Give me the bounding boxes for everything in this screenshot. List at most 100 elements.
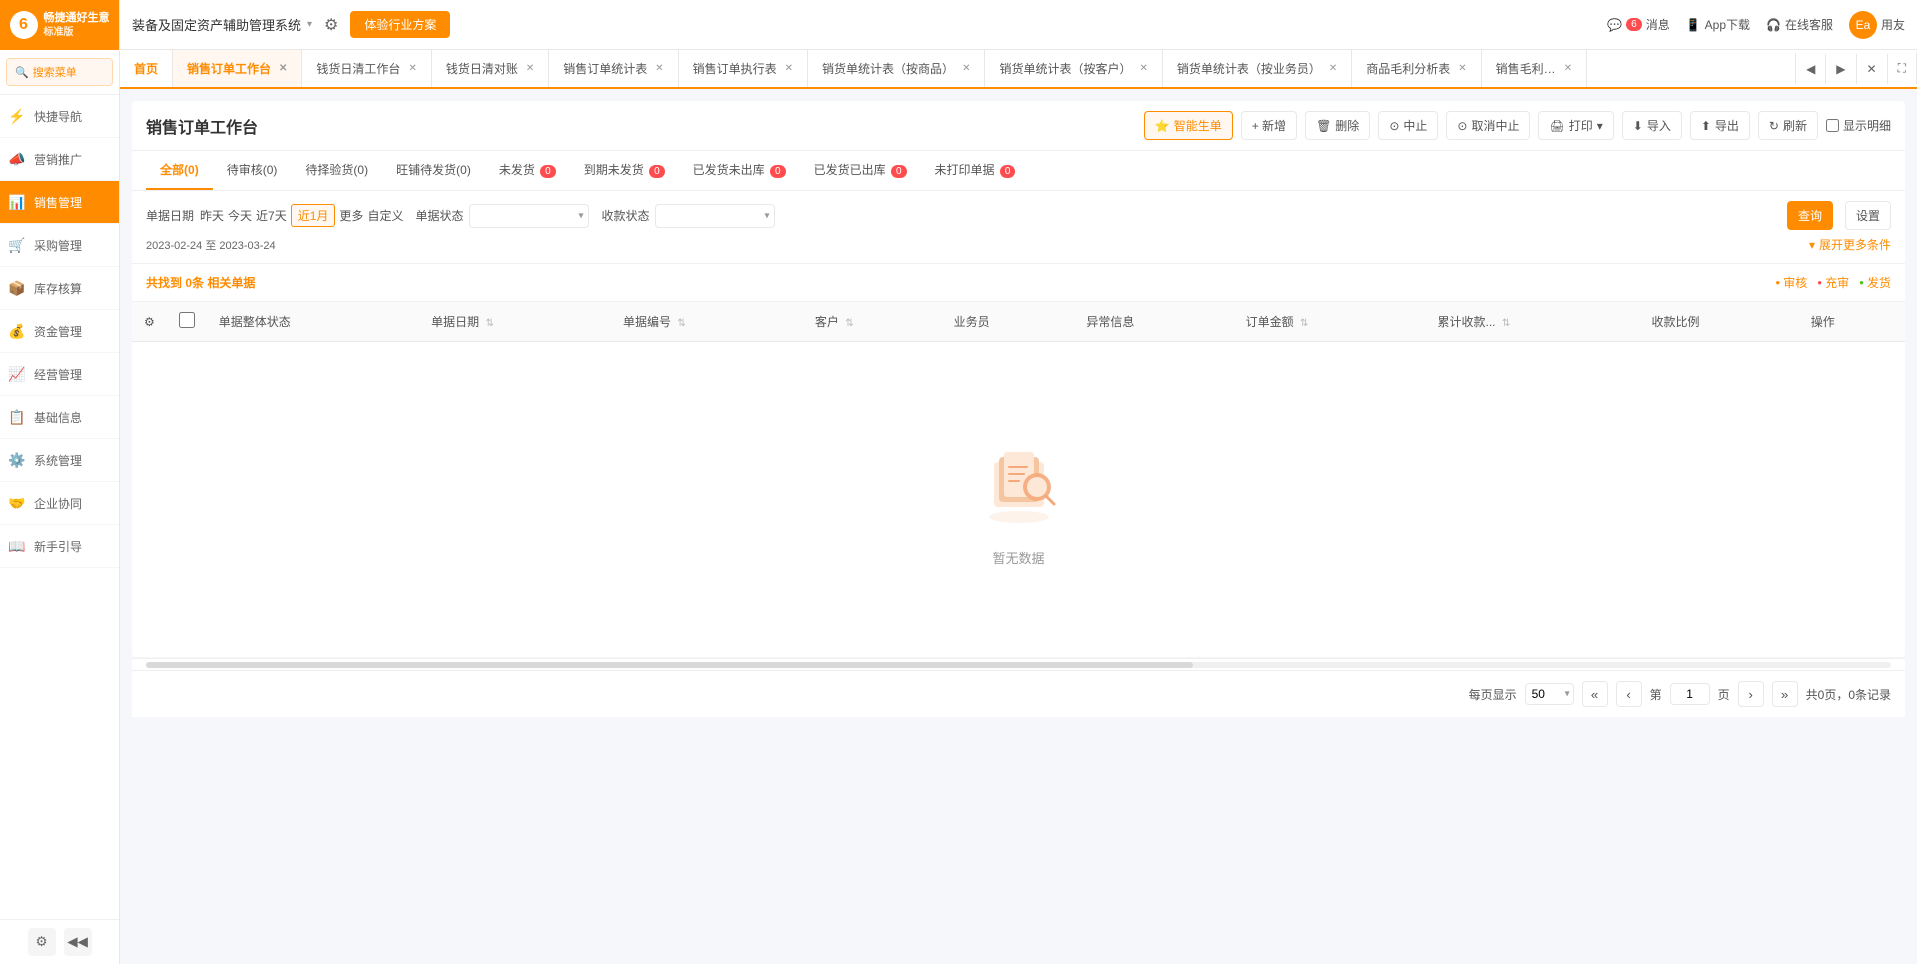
1month-shortcut[interactable]: 近1月 bbox=[291, 204, 336, 227]
header-settings-icon[interactable]: ⚙ bbox=[324, 15, 338, 35]
tab-close-all-button[interactable]: ✕ bbox=[1857, 54, 1888, 84]
payment-select[interactable] bbox=[655, 204, 775, 228]
col-cumulative[interactable]: 累计收款... ⇅ bbox=[1425, 302, 1639, 342]
tab-close-icon[interactable]: ✕ bbox=[279, 63, 287, 74]
subtab-unprinted[interactable]: 未打印单据 0 bbox=[921, 151, 1030, 190]
sidebar-item-sales[interactable]: 📊 销售管理 bbox=[0, 181, 119, 224]
query-button[interactable]: 查询 bbox=[1787, 201, 1833, 230]
tab-home[interactable]: 首页 bbox=[120, 50, 173, 87]
first-page-button[interactable]: « bbox=[1582, 681, 1608, 707]
settings-button[interactable]: ⚙ bbox=[28, 928, 56, 956]
show-detail-checkbox[interactable] bbox=[1826, 119, 1839, 132]
subtab-overdue[interactable]: 到期未发货 0 bbox=[570, 151, 679, 190]
print-button[interactable]: 🖨 打印 ▾ bbox=[1538, 111, 1613, 140]
tab-close-icon[interactable]: ✕ bbox=[1329, 63, 1337, 74]
more-shortcut[interactable]: 更多 bbox=[339, 207, 363, 224]
import-button[interactable]: ⬇ 导入 bbox=[1622, 111, 1682, 140]
col-amount[interactable]: 订单金额 ⇅ bbox=[1234, 302, 1426, 342]
tab-sales-workbench[interactable]: 销售订单工作台 ✕ bbox=[173, 50, 302, 87]
tab-close-icon[interactable]: ✕ bbox=[408, 63, 416, 74]
filter-settings-button[interactable]: 设置 bbox=[1845, 201, 1891, 230]
col-number[interactable]: 单据编号 ⇅ bbox=[611, 302, 803, 342]
ship-action[interactable]: 发货 bbox=[1859, 274, 1891, 291]
column-settings-icon[interactable]: ⚙ bbox=[144, 315, 155, 329]
sidebar-item-marketing[interactable]: 📣 营销推广 bbox=[0, 138, 119, 181]
tab-goods-stats[interactable]: 销货单统计表（按商品） ✕ bbox=[808, 50, 985, 87]
tab-daily-clear[interactable]: 钱货日清工作台 ✕ bbox=[302, 50, 431, 87]
tab-customer-stats[interactable]: 销货单统计表（按客户） ✕ bbox=[985, 50, 1162, 87]
tab-close-icon[interactable]: ✕ bbox=[962, 63, 970, 74]
review-action[interactable]: 审核 bbox=[1775, 274, 1807, 291]
sidebar-item-operations[interactable]: 📈 经营管理 bbox=[0, 353, 119, 396]
smart-create-button[interactable]: ⭐ 智能生单 bbox=[1144, 111, 1233, 140]
sidebar-item-basic-info[interactable]: 📋 基础信息 bbox=[0, 396, 119, 439]
last-page-button[interactable]: » bbox=[1772, 681, 1798, 707]
tab-profit-analysis[interactable]: 商品毛利分析表 ✕ bbox=[1352, 50, 1481, 87]
date-filter: 单据日期 昨天 今天 近7天 近1月 更多 自定义 bbox=[146, 204, 403, 227]
subtab-shipped-out[interactable]: 已发货已出库 0 bbox=[800, 151, 921, 190]
sidebar-item-inventory[interactable]: 📦 库存核算 bbox=[0, 267, 119, 310]
scrollbar-thumb[interactable] bbox=[146, 662, 1193, 668]
tab-reconciliation[interactable]: 钱货日清对账 ✕ bbox=[432, 50, 549, 87]
sidebar: 6 畅捷通好生意 标准版 🔍 搜索菜单 ⚡ 快捷导航 📣 营销推广 📊 销售管理… bbox=[0, 0, 120, 964]
online-service-item[interactable]: 🎧 在线客服 bbox=[1766, 16, 1833, 33]
tab-close-icon[interactable]: ✕ bbox=[1458, 63, 1466, 74]
void-action[interactable]: 充审 bbox=[1817, 274, 1849, 291]
custom-shortcut[interactable]: 自定义 bbox=[367, 207, 403, 224]
tab-close-icon[interactable]: ✕ bbox=[1564, 63, 1572, 74]
delete-button[interactable]: 🗑 删除 bbox=[1305, 111, 1370, 140]
select-all-checkbox[interactable] bbox=[179, 312, 195, 328]
tab-sales-stats[interactable]: 销售订单统计表 ✕ bbox=[549, 50, 678, 87]
app-download-item[interactable]: 📱 App下载 bbox=[1686, 16, 1750, 33]
add-button[interactable]: + 新增 bbox=[1241, 111, 1297, 140]
cancel-stop-button[interactable]: ⊙ 取消中止 bbox=[1446, 111, 1530, 140]
show-detail-label[interactable]: 显示明细 bbox=[1826, 117, 1891, 134]
horizontal-scrollbar[interactable] bbox=[146, 662, 1891, 668]
sidebar-item-purchase[interactable]: 🛒 采购管理 bbox=[0, 224, 119, 267]
tab-fullscreen-button[interactable]: ⛶ bbox=[1888, 53, 1917, 84]
tab-close-icon[interactable]: ✕ bbox=[655, 63, 663, 74]
today-shortcut[interactable]: 今天 bbox=[228, 207, 252, 224]
search-menu-button[interactable]: 🔍 搜索菜单 bbox=[6, 58, 113, 86]
export-button[interactable]: ⬆ 导出 bbox=[1690, 111, 1750, 140]
tab-sales-gross[interactable]: 销售毛利… ✕ bbox=[1482, 50, 1587, 87]
yesterday-shortcut[interactable]: 昨天 bbox=[200, 207, 224, 224]
expand-filter-button[interactable]: ▾ 展开更多条件 bbox=[1809, 236, 1891, 253]
sidebar-item-enterprise[interactable]: 🤝 企业协同 bbox=[0, 482, 119, 525]
subtab-pending-review[interactable]: 待审核(0) bbox=[213, 151, 292, 190]
experience-button[interactable]: 体验行业方案 bbox=[350, 11, 450, 38]
subtab-not-shipped[interactable]: 未发货 0 bbox=[485, 151, 570, 190]
page-number-input[interactable] bbox=[1670, 683, 1710, 705]
7days-shortcut[interactable]: 近7天 bbox=[256, 207, 287, 224]
user-item[interactable]: Ea 用友 bbox=[1849, 11, 1905, 39]
tab-close-icon[interactable]: ✕ bbox=[1139, 63, 1147, 74]
tab-scroll-left-button[interactable]: ◀ bbox=[1796, 54, 1826, 84]
tab-scroll-right-button[interactable]: ▶ bbox=[1826, 54, 1856, 84]
page-header: 销售订单工作台 ⭐ 智能生单 + 新增 🗑 删除 ⊙ 中止 ⊙ 取消中止 bbox=[132, 101, 1905, 151]
refresh-button[interactable]: ↻ 刷新 bbox=[1758, 111, 1818, 140]
tab-close-icon[interactable]: ✕ bbox=[785, 63, 793, 74]
subtab-wangpu[interactable]: 旺铺待发货(0) bbox=[382, 151, 485, 190]
collapse-button[interactable]: ◀◀ bbox=[64, 928, 92, 956]
tab-sales-exec[interactable]: 销售订单执行表 ✕ bbox=[679, 50, 808, 87]
next-page-button[interactable]: › bbox=[1738, 681, 1764, 707]
col-date[interactable]: 单据日期 ⇅ bbox=[419, 302, 611, 342]
subtab-all[interactable]: 全部(0) bbox=[146, 151, 213, 190]
subtab-shipped-not-out[interactable]: 已发货未出库 0 bbox=[679, 151, 800, 190]
tab-staff-stats[interactable]: 销货单统计表（按业务员） ✕ bbox=[1163, 50, 1352, 87]
tab-close-icon[interactable]: ✕ bbox=[526, 63, 534, 74]
col-customer[interactable]: 客户 ⇅ bbox=[803, 302, 942, 342]
operations-icon: 📈 bbox=[8, 365, 26, 383]
prev-page-button[interactable]: ‹ bbox=[1616, 681, 1642, 707]
subtab-pending-inspect[interactable]: 待择验货(0) bbox=[291, 151, 382, 190]
page-size-select[interactable]: 20 50 100 bbox=[1525, 683, 1574, 705]
sidebar-item-quick-nav[interactable]: ⚡ 快捷导航 bbox=[0, 95, 119, 138]
status-select[interactable] bbox=[469, 204, 589, 228]
col-actions: 操作 bbox=[1799, 302, 1905, 342]
sidebar-item-system[interactable]: ⚙️ 系统管理 bbox=[0, 439, 119, 482]
stop-button[interactable]: ⊙ 中止 bbox=[1378, 111, 1438, 140]
sidebar-item-guide[interactable]: 📖 新手引导 bbox=[0, 525, 119, 568]
message-item[interactable]: 💬 6 消息 bbox=[1607, 16, 1670, 33]
sidebar-item-finance[interactable]: 💰 资金管理 bbox=[0, 310, 119, 353]
amount-sort-icon: ⇅ bbox=[1300, 318, 1308, 329]
